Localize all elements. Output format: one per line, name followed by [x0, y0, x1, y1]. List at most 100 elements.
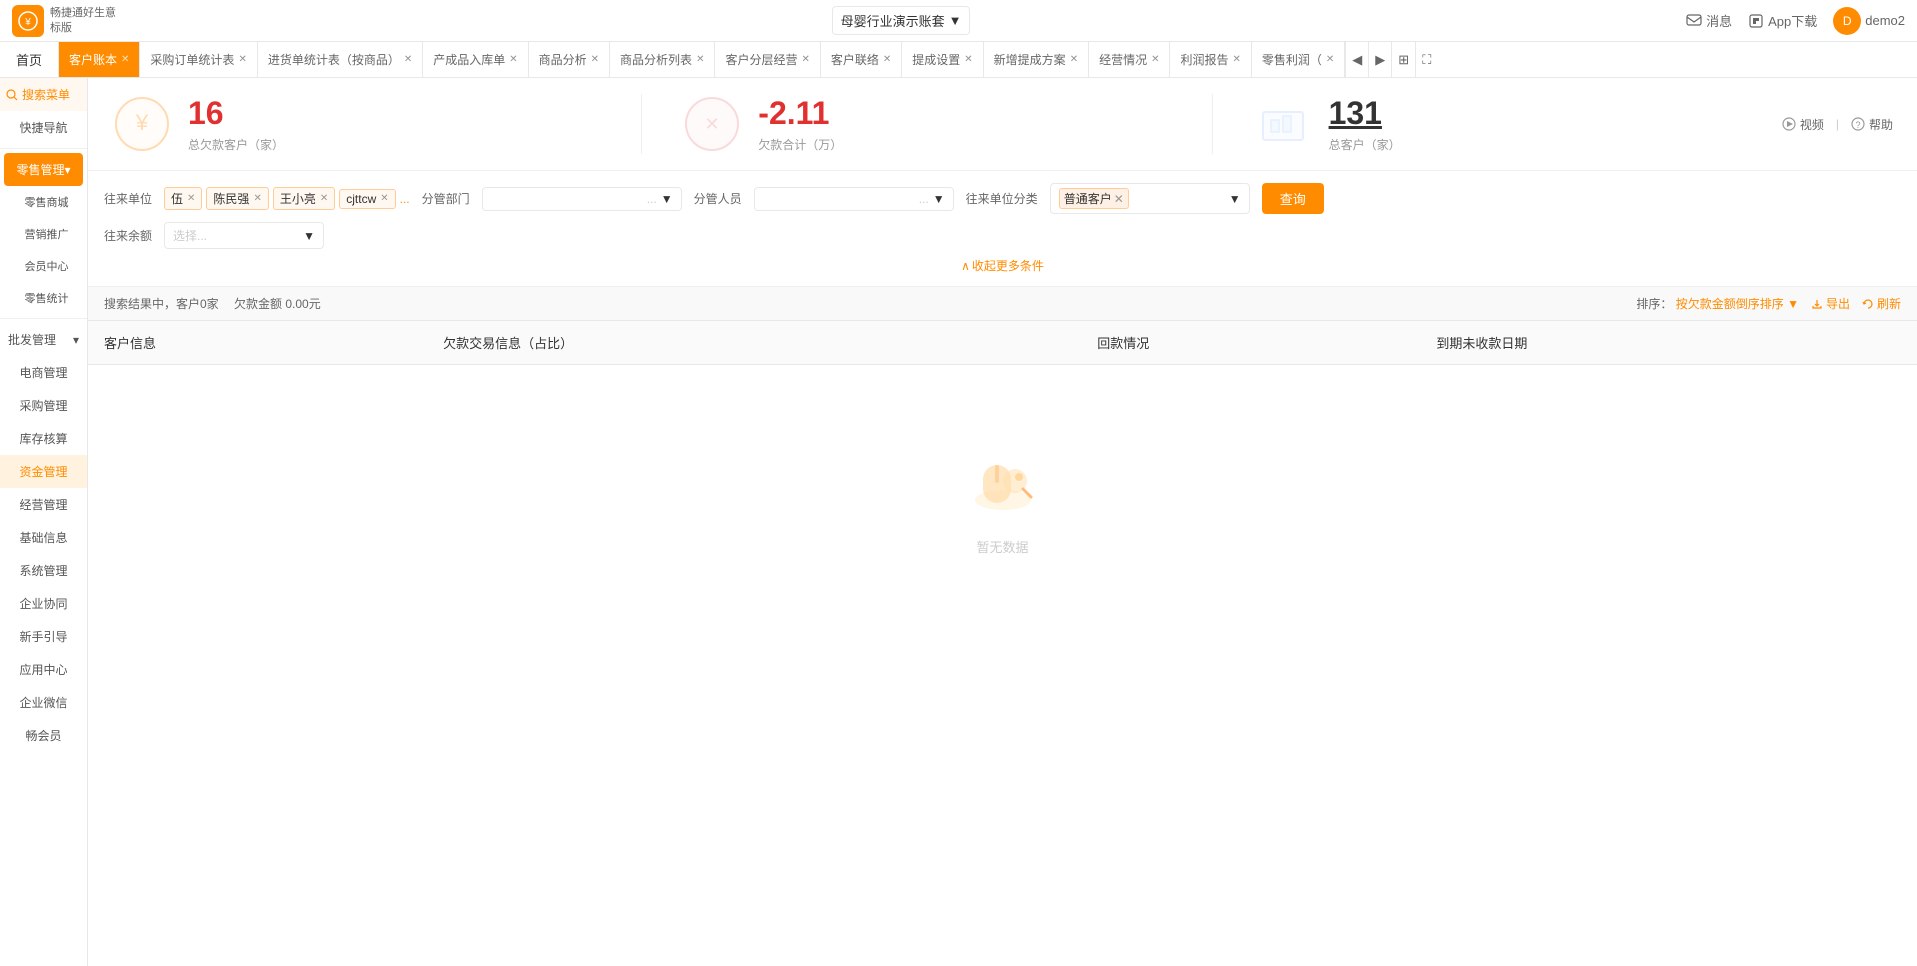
unit-tag-chen-close[interactable]: ✕: [253, 193, 261, 204]
sidebar-item-retail-mall[interactable]: 零售商城: [0, 186, 87, 218]
search-icon: [6, 89, 18, 101]
tab-home[interactable]: 首页: [0, 42, 59, 77]
sidebar-item-enterprise-wechat[interactable]: 企业微信: [0, 686, 87, 719]
app-download-button[interactable]: App下载: [1748, 11, 1817, 30]
empty-state: 暂无数据: [88, 365, 1917, 636]
tab-close-icon[interactable]: ✕: [238, 54, 246, 65]
message-button[interactable]: 消息: [1686, 11, 1732, 30]
total-customers-label: 总客户（家）: [1329, 136, 1401, 153]
balance-filter-select[interactable]: 选择... ▼: [164, 222, 324, 249]
sidebar-item-system-mgmt[interactable]: 系统管理: [0, 554, 87, 587]
unit-tag-wu-close[interactable]: ✕: [187, 193, 195, 204]
unit-tag-cjttcw-close[interactable]: ✕: [380, 193, 388, 204]
sidebar-item-app-center[interactable]: 应用中心: [0, 653, 87, 686]
top-header: ¥ 畅捷通好生意 标版 母婴行业演示账套 ▼ 消息 App下载: [0, 0, 1917, 42]
tab-customer-tier[interactable]: 客户分层经营 ✕: [715, 42, 820, 77]
tab-purchase-order-stats[interactable]: 采购订单统计表 ✕: [140, 42, 257, 77]
sidebar-item-purchase-mgmt[interactable]: 采购管理: [0, 389, 87, 422]
stat-icon-owe-customers: ¥: [112, 94, 172, 154]
header-right: 消息 App下载 D demo2: [1686, 7, 1905, 35]
more-unit-tags[interactable]: ...: [400, 192, 410, 206]
sidebar-item-premium-member[interactable]: 畅会员: [0, 719, 87, 752]
tab-profit-report[interactable]: 利润报告 ✕: [1170, 42, 1251, 77]
refresh-button[interactable]: 刷新: [1862, 295, 1901, 312]
stat-help: 视频 | ? 帮助: [1782, 116, 1893, 133]
filter-row-2: 往来余额 选择... ▼: [104, 222, 1901, 249]
owe-total-value: -2.11: [758, 95, 842, 132]
unit-category-selected-tag: 普通客户 ✕: [1059, 188, 1129, 209]
unit-category-select[interactable]: 普通客户 ✕ ▼: [1050, 183, 1250, 214]
stat-icon-owe-total: ✕: [682, 94, 742, 154]
unit-tag-wu: 伍 ✕: [164, 187, 202, 210]
sidebar: 搜索菜单 快捷导航 零售管理 ▾ 零售商城 营销推广 会员中心 零售统计 批发管…: [0, 78, 88, 966]
tab-product-analysis-list[interactable]: 商品分析列表 ✕: [610, 42, 715, 77]
dept-filter-select[interactable]: ... ▼: [482, 187, 682, 211]
col-customer-info: 客户信息: [88, 321, 427, 365]
user-menu[interactable]: D demo2: [1833, 7, 1905, 35]
sidebar-item-operations-mgmt[interactable]: 经营管理: [0, 488, 87, 521]
store-selector[interactable]: 母婴行业演示账套 ▼: [832, 6, 971, 35]
collapse-button[interactable]: ∧ 收起更多条件: [104, 257, 1901, 274]
tab-customer-contact[interactable]: 客户联络 ✕: [821, 42, 902, 77]
sidebar-item-ecommerce-mgmt[interactable]: 电商管理: [0, 356, 87, 389]
tab-close-icon[interactable]: ✕: [801, 54, 809, 65]
main-layout: 搜索菜单 快捷导航 零售管理 ▾ 零售商城 营销推广 会员中心 零售统计 批发管…: [0, 78, 1917, 966]
tab-close-icon[interactable]: ✕: [1326, 54, 1334, 65]
sidebar-item-retail-mgmt[interactable]: 零售管理 ▾: [4, 153, 83, 186]
stat-owe-total: ✕ -2.11 欠款合计（万）: [682, 94, 1171, 154]
sidebar-item-new-guide[interactable]: 新手引导: [0, 620, 87, 653]
tab-bar: 首页 客户账本 ✕ 采购订单统计表 ✕ 进货单统计表（按商品） ✕ 产成品入库单…: [0, 42, 1917, 78]
logo-icon: ¥: [12, 5, 44, 37]
tab-operation-situation[interactable]: 经营情况 ✕: [1089, 42, 1170, 77]
results-actions: 排序： 按欠款金额倒序排序 ▼ 导出: [1636, 295, 1901, 312]
sidebar-item-inventory[interactable]: 库存核算: [0, 422, 87, 455]
tab-close-icon[interactable]: ✕: [591, 54, 599, 65]
tab-close-icon[interactable]: ✕: [509, 54, 517, 65]
tab-product-analysis[interactable]: 商品分析 ✕: [529, 42, 610, 77]
sidebar-item-marketing[interactable]: 营销推广: [0, 218, 87, 250]
help-button[interactable]: ? 帮助: [1851, 116, 1893, 133]
tab-customer-accounts[interactable]: 客户账本 ✕: [59, 42, 140, 77]
dept-filter-label: 分管部门: [422, 190, 470, 207]
svg-text:✕: ✕: [705, 114, 720, 134]
tab-fullscreen-icon[interactable]: ⛶: [1415, 42, 1437, 77]
export-icon: [1811, 298, 1823, 310]
tab-expand-icon[interactable]: ⊞: [1391, 42, 1415, 77]
person-filter-select[interactable]: ... ▼: [754, 187, 954, 211]
tab-product-entry[interactable]: 产成品入库单 ✕: [423, 42, 528, 77]
sidebar-item-basic-info[interactable]: 基础信息: [0, 521, 87, 554]
total-owe-customers-value: 16: [188, 95, 284, 132]
tab-add-promotion-plan[interactable]: 新增提成方案 ✕: [984, 42, 1089, 77]
query-button[interactable]: 查询: [1262, 183, 1324, 214]
sidebar-item-member-center[interactable]: 会员中心: [0, 250, 87, 282]
tab-nav-prev[interactable]: ◀: [1345, 42, 1368, 77]
tab-close-icon[interactable]: ✕: [1070, 54, 1078, 65]
tab-close-icon[interactable]: ✕: [1233, 54, 1241, 65]
sidebar-item-capital-mgmt[interactable]: 资金管理: [0, 455, 87, 488]
sidebar-item-quick-nav[interactable]: 快捷导航: [0, 111, 87, 144]
tab-close-icon[interactable]: ✕: [883, 54, 891, 65]
unit-category-tag-close[interactable]: ✕: [1114, 192, 1124, 206]
video-button[interactable]: 视频: [1782, 116, 1824, 133]
sidebar-item-enterprise-collab[interactable]: 企业协同: [0, 587, 87, 620]
sidebar-item-batch-mgmt[interactable]: 批发管理 ▾: [0, 323, 87, 356]
unit-category-label: 往来单位分类: [966, 190, 1038, 207]
col-owe-transaction: 欠款交易信息（占比）: [427, 321, 1081, 365]
stat-divider-1: [641, 94, 642, 154]
tab-close-icon[interactable]: ✕: [1151, 54, 1159, 65]
table-header-row: 客户信息 欠款交易信息（占比） 回款情况 到期未收款日期: [88, 321, 1917, 365]
sidebar-item-retail-stats[interactable]: 零售统计: [0, 282, 87, 314]
unit-tag-chen: 陈民强 ✕: [206, 187, 268, 210]
tab-nav-next[interactable]: ▶: [1368, 42, 1391, 77]
tab-promotion-settings[interactable]: 提成设置 ✕: [902, 42, 983, 77]
tab-close-icon[interactable]: ✕: [121, 54, 129, 65]
unit-tag-wang-close[interactable]: ✕: [320, 193, 328, 204]
tab-close-icon[interactable]: ✕: [404, 54, 412, 65]
tab-purchase-stats-by-product[interactable]: 进货单统计表（按商品） ✕: [258, 42, 423, 77]
tab-close-icon[interactable]: ✕: [964, 54, 972, 65]
tab-close-icon[interactable]: ✕: [696, 54, 704, 65]
tab-retail-profit[interactable]: 零售利润（ ✕: [1252, 42, 1345, 77]
sidebar-search[interactable]: 搜索菜单: [0, 78, 87, 111]
filter-bar: 往来单位 伍 ✕ 陈民强 ✕ 王小亮 ✕ cjttcw: [88, 171, 1917, 287]
export-button[interactable]: 导出: [1811, 295, 1850, 312]
